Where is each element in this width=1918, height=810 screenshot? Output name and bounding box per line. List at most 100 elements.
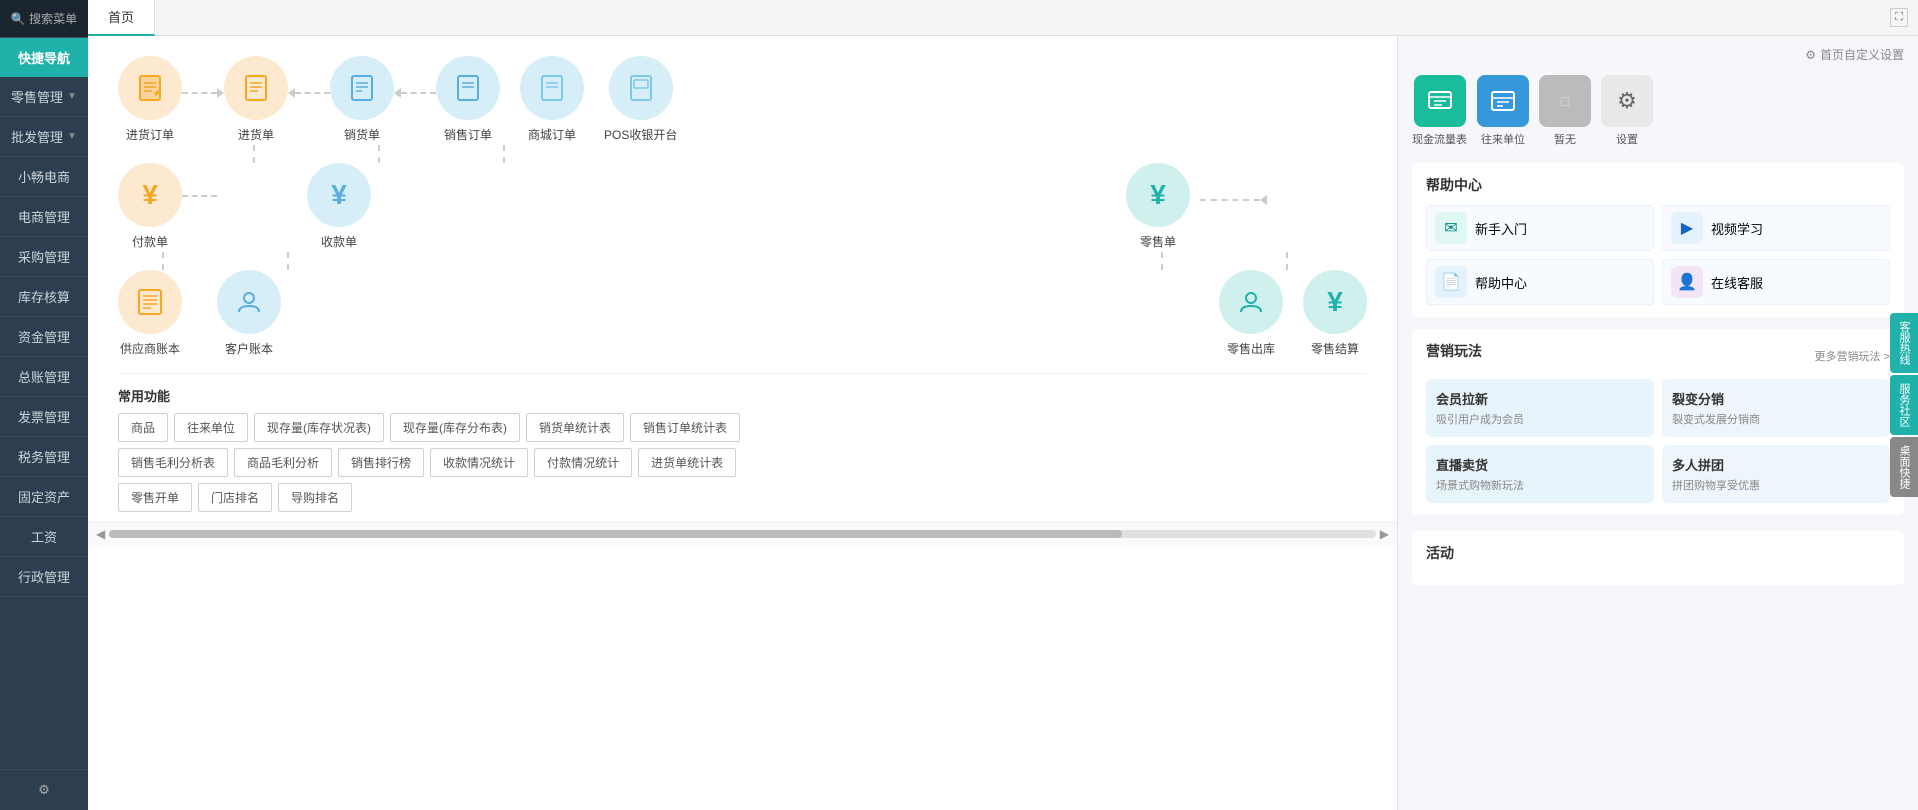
func-btn-13[interactable]: 门店排名: [198, 483, 272, 512]
scroll-right-arrow[interactable]: ▶: [1380, 527, 1389, 541]
flow-container: 进货订单 进货单: [88, 36, 1397, 522]
float-btn-service[interactable]: 客服热线: [1890, 313, 1918, 373]
mall-order-icon: [520, 56, 584, 120]
sidebar-item-purchase[interactable]: 采购管理: [0, 237, 88, 277]
sidebar-item-ecom-mgmt[interactable]: 电商管理: [0, 197, 88, 237]
node-retail-note[interactable]: ¥ 零售单: [1126, 163, 1190, 250]
topbar: 首页 ⛶: [88, 0, 1918, 36]
func-btn-10[interactable]: 付款情况统计: [534, 448, 632, 477]
node-receipt[interactable]: ¥ 收款单: [307, 163, 371, 250]
retail-settle-label: 零售结算: [1311, 340, 1359, 357]
node-mall-order[interactable]: 商城订单: [520, 56, 584, 143]
func-btn-6[interactable]: 销售毛利分析表: [118, 448, 228, 477]
sidebar-item-ledger[interactable]: 总账管理: [0, 357, 88, 397]
func-btn-0[interactable]: 商品: [118, 413, 168, 442]
func-grid-3: 零售开单 门店排名 导购排名: [118, 483, 1367, 512]
sidebar-item-assets[interactable]: 固定资产: [0, 477, 88, 517]
sidebar-bottom: ⚙: [0, 769, 88, 810]
func-btn-3[interactable]: 现存量(库存分布表): [390, 413, 520, 442]
sidebar-gear-button[interactable]: ⚙: [0, 770, 88, 810]
scroll-left-arrow[interactable]: ◀: [96, 527, 105, 541]
node-payment[interactable]: ¥ 付款单: [118, 163, 182, 250]
common-funcs-title: 常用功能: [118, 386, 1367, 405]
help-center-title: 帮助中心: [1426, 175, 1890, 195]
sidebar-item-admin[interactable]: 行政管理: [0, 557, 88, 597]
marketing-fission[interactable]: 裂变分销 裂变式发展分销商: [1662, 379, 1890, 437]
marketing-group-desc: 拼团购物享受优惠: [1672, 477, 1880, 493]
receipt-icon: ¥: [307, 163, 371, 227]
arrow-3: [394, 88, 436, 98]
func-btn-11[interactable]: 进货单统计表: [638, 448, 736, 477]
main-panel: 进货订单 进货单: [88, 36, 1398, 810]
help-video-label: 视频学习: [1711, 219, 1763, 238]
help-service-label: 在线客服: [1711, 273, 1763, 292]
fullscreen-button[interactable]: ⛶: [1890, 8, 1908, 27]
marketing-group-title: 多人拼团: [1672, 455, 1880, 474]
func-btn-9[interactable]: 收款情况统计: [430, 448, 528, 477]
quick-icon-settings[interactable]: ⚙ 设置: [1601, 75, 1653, 147]
purchase-order-label: 进货订单: [126, 126, 174, 143]
marketing-fission-title: 裂变分销: [1672, 389, 1880, 408]
func-btn-8[interactable]: 销售排行榜: [338, 448, 424, 477]
chevron-down-icon: ▼: [67, 91, 77, 102]
node-customer-account[interactable]: 客户账本: [217, 270, 281, 357]
help-item-video[interactable]: ▶ 视频学习: [1662, 205, 1890, 251]
settings-link[interactable]: ⚙ 首页自定义设置: [1805, 46, 1904, 63]
help-item-help[interactable]: 📄 帮助中心: [1426, 259, 1654, 305]
func-btn-4[interactable]: 销货单统计表: [526, 413, 624, 442]
node-retail-out[interactable]: 零售出库: [1219, 270, 1283, 357]
sidebar-item-invoice[interactable]: 发票管理: [0, 397, 88, 437]
func-btn-12[interactable]: 零售开单: [118, 483, 192, 512]
sidebar-item-inventory[interactable]: 库存核算: [0, 277, 88, 317]
common-functions: 常用功能 商品 往来单位 现存量(库存状况表) 现存量(库存分布表) 销货单统计…: [118, 373, 1367, 512]
node-retail-settle[interactable]: ¥ 零售结算: [1303, 270, 1367, 357]
help-item-service[interactable]: 👤 在线客服: [1662, 259, 1890, 305]
receipt-label: 收款单: [321, 233, 357, 250]
quick-icon-contacts[interactable]: 往来单位: [1477, 75, 1529, 147]
node-sales-order[interactable]: 销售订单: [436, 56, 500, 143]
sales-note-label: 销货单: [344, 126, 380, 143]
node-purchase-note[interactable]: 进货单: [224, 56, 288, 143]
main-area: 首页 ⛶ 进货订单: [88, 0, 1918, 810]
settings-icon-box: ⚙: [1601, 75, 1653, 127]
func-btn-7[interactable]: 商品毛利分析: [234, 448, 332, 477]
marketing-more-link[interactable]: 更多营销玩法 >: [1815, 348, 1890, 364]
sidebar-item-salary[interactable]: 工资: [0, 517, 88, 557]
quick-icon-none[interactable]: □ 暂无: [1539, 75, 1591, 147]
node-sales-note[interactable]: 销货单: [330, 56, 394, 143]
help-beginner-label: 新手入门: [1475, 219, 1527, 238]
sidebar-item-wholesale[interactable]: 批发管理 ▼: [0, 117, 88, 157]
arrow-2: [288, 88, 330, 98]
payment-icon: ¥: [118, 163, 182, 227]
func-btn-14[interactable]: 导购排名: [278, 483, 352, 512]
func-btn-1[interactable]: 往来单位: [174, 413, 248, 442]
sidebar-search-label: 搜索菜单: [29, 12, 77, 26]
node-supplier-account[interactable]: 供应商账本: [118, 270, 182, 357]
marketing-section: 营销玩法 更多营销玩法 > 会员拉新 吸引用户成为会员 裂变分销 裂变式发展分销…: [1412, 329, 1904, 515]
scroll-thumb: [109, 530, 1122, 538]
sidebar-item-retail[interactable]: 零售管理 ▼: [0, 77, 88, 117]
float-btn-community[interactable]: 服务社区: [1890, 375, 1918, 435]
node-pos[interactable]: POS收银开台: [604, 56, 677, 143]
service-icon: 👤: [1671, 266, 1703, 298]
tab-home[interactable]: 首页: [88, 0, 155, 36]
sidebar-nav-header[interactable]: 快捷导航: [0, 38, 88, 77]
func-btn-5[interactable]: 销售订单统计表: [630, 413, 740, 442]
marketing-live[interactable]: 直播卖货 场景式购物新玩法: [1426, 445, 1654, 503]
sidebar-item-tax[interactable]: 税务管理: [0, 437, 88, 477]
marketing-member[interactable]: 会员拉新 吸引用户成为会员: [1426, 379, 1654, 437]
float-btn-desktop[interactable]: 桌面快捷: [1890, 437, 1918, 497]
sidebar-item-ecom-small[interactable]: 小畅电商: [0, 157, 88, 197]
quick-icon-cashflow[interactable]: 现金流量表: [1412, 75, 1467, 147]
node-purchase-order[interactable]: 进货订单: [118, 56, 182, 143]
marketing-member-title: 会员拉新: [1436, 389, 1644, 408]
help-item-beginner[interactable]: ✉ 新手入门: [1426, 205, 1654, 251]
help-help-label: 帮助中心: [1475, 273, 1527, 292]
play-icon: ▶: [1671, 212, 1703, 244]
sidebar-item-finance[interactable]: 资金管理: [0, 317, 88, 357]
scroll-track[interactable]: [109, 530, 1376, 538]
func-btn-2[interactable]: 现存量(库存状况表): [254, 413, 384, 442]
none-icon-box: □: [1539, 75, 1591, 127]
marketing-group[interactable]: 多人拼团 拼团购物享受优惠: [1662, 445, 1890, 503]
sidebar-search[interactable]: 🔍 搜索菜单: [0, 0, 88, 38]
